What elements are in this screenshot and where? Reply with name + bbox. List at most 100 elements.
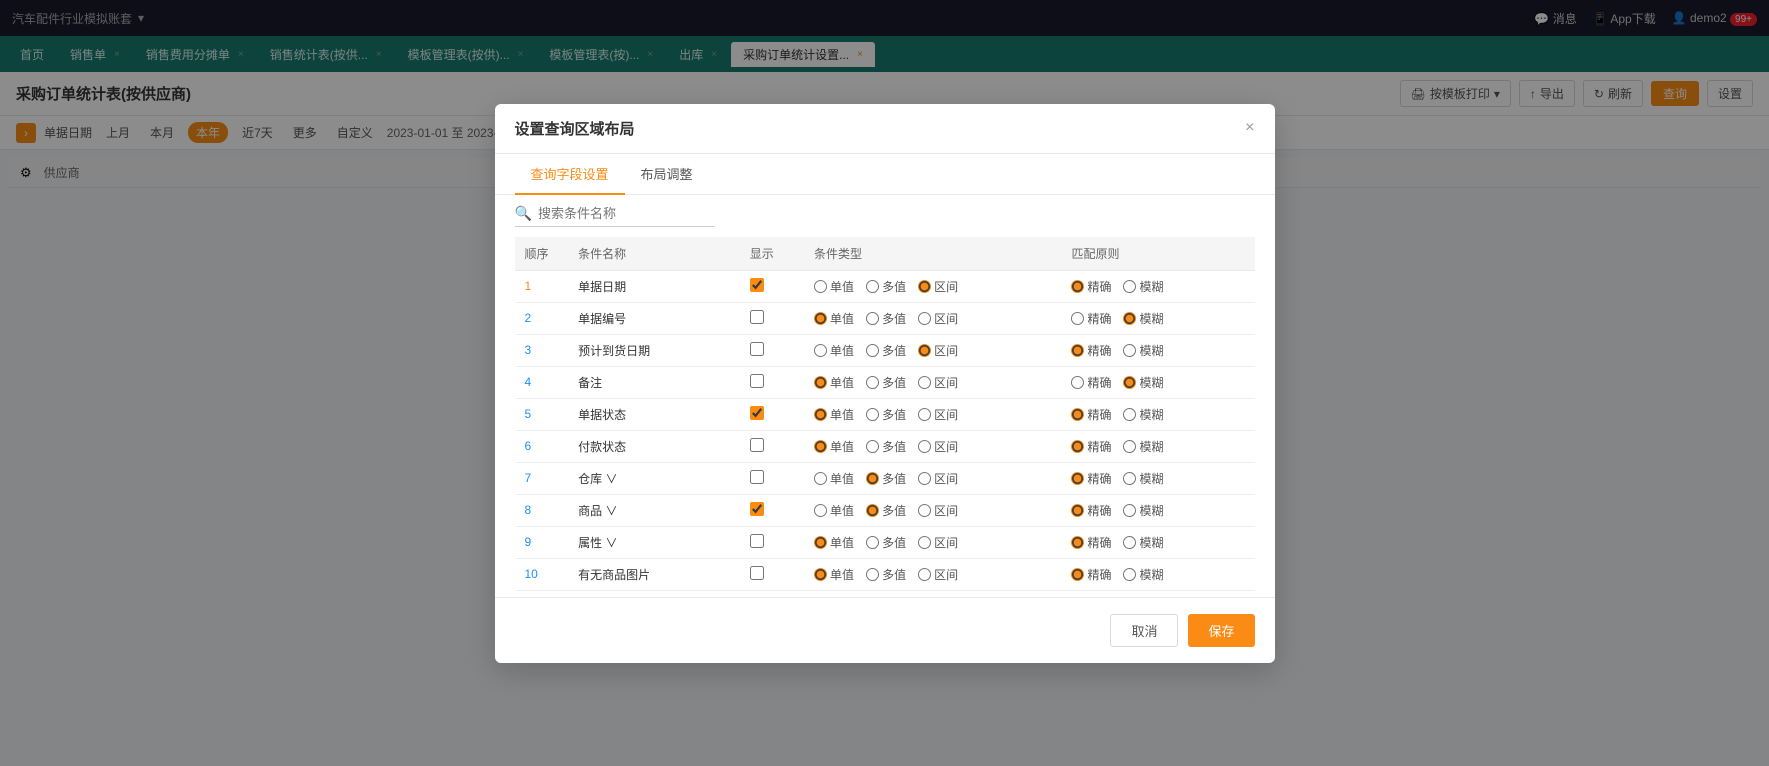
- type-radio-区间[interactable]: [918, 568, 931, 581]
- type-radio-label[interactable]: 区间: [918, 470, 958, 487]
- match-radio-模糊[interactable]: [1123, 504, 1136, 517]
- type-radio-单值[interactable]: [814, 344, 827, 357]
- type-radio-label[interactable]: 区间: [918, 310, 958, 327]
- type-radio-label[interactable]: 单值: [814, 534, 854, 551]
- tab-query-fields[interactable]: 查询字段设置: [515, 154, 625, 195]
- type-radio-区间[interactable]: [918, 376, 931, 389]
- match-radio-label[interactable]: 模糊: [1123, 278, 1163, 295]
- type-radio-单值[interactable]: [814, 280, 827, 293]
- type-radio-label[interactable]: 区间: [918, 374, 958, 391]
- type-radio-label[interactable]: 单值: [814, 278, 854, 295]
- match-radio-label[interactable]: 模糊: [1123, 502, 1163, 519]
- show-checkbox[interactable]: [750, 502, 764, 516]
- type-radio-label[interactable]: 多值: [866, 310, 906, 327]
- match-radio-模糊[interactable]: [1123, 568, 1136, 581]
- type-radio-label[interactable]: 区间: [918, 566, 958, 583]
- match-radio-label[interactable]: 精确: [1071, 406, 1111, 423]
- type-radio-多值[interactable]: [866, 536, 879, 549]
- type-radio-区间[interactable]: [918, 440, 931, 453]
- match-radio-精确[interactable]: [1071, 440, 1084, 453]
- type-radio-label[interactable]: 多值: [866, 502, 906, 519]
- type-radio-label[interactable]: 单值: [814, 470, 854, 487]
- show-checkbox[interactable]: [750, 566, 764, 580]
- show-checkbox[interactable]: [750, 342, 764, 356]
- match-radio-label[interactable]: 模糊: [1123, 470, 1163, 487]
- type-radio-label[interactable]: 单值: [814, 310, 854, 327]
- match-radio-精确[interactable]: [1071, 472, 1084, 485]
- type-radio-区间[interactable]: [918, 408, 931, 421]
- type-radio-单值[interactable]: [814, 472, 827, 485]
- type-radio-label[interactable]: 区间: [918, 406, 958, 423]
- type-radio-单值[interactable]: [814, 408, 827, 421]
- match-radio-label[interactable]: 精确: [1071, 278, 1111, 295]
- type-radio-label[interactable]: 多值: [866, 374, 906, 391]
- match-radio-label[interactable]: 模糊: [1123, 534, 1163, 551]
- type-radio-label[interactable]: 单值: [814, 342, 854, 359]
- match-radio-精确[interactable]: [1071, 376, 1084, 389]
- type-radio-label[interactable]: 单值: [814, 438, 854, 455]
- type-radio-label[interactable]: 区间: [918, 438, 958, 455]
- search-input[interactable]: [538, 206, 698, 221]
- type-radio-多值[interactable]: [866, 440, 879, 453]
- match-radio-label[interactable]: 精确: [1071, 342, 1111, 359]
- match-radio-精确[interactable]: [1071, 536, 1084, 549]
- match-radio-模糊[interactable]: [1123, 344, 1136, 357]
- tab-layout-adjust[interactable]: 布局调整: [625, 154, 709, 195]
- type-radio-label[interactable]: 区间: [918, 502, 958, 519]
- match-radio-label[interactable]: 精确: [1071, 310, 1111, 327]
- show-checkbox[interactable]: [750, 438, 764, 452]
- match-radio-label[interactable]: 模糊: [1123, 374, 1163, 391]
- match-radio-精确[interactable]: [1071, 408, 1084, 421]
- type-radio-label[interactable]: 多值: [866, 470, 906, 487]
- type-radio-单值[interactable]: [814, 376, 827, 389]
- type-radio-单值[interactable]: [814, 504, 827, 517]
- type-radio-多值[interactable]: [866, 344, 879, 357]
- type-radio-多值[interactable]: [866, 408, 879, 421]
- type-radio-label[interactable]: 单值: [814, 406, 854, 423]
- modal-close-button[interactable]: ×: [1245, 119, 1254, 137]
- match-radio-label[interactable]: 精确: [1071, 374, 1111, 391]
- match-radio-模糊[interactable]: [1123, 440, 1136, 453]
- type-radio-label[interactable]: 多值: [866, 278, 906, 295]
- match-radio-模糊[interactable]: [1123, 472, 1136, 485]
- type-radio-区间[interactable]: [918, 280, 931, 293]
- type-radio-多值[interactable]: [866, 472, 879, 485]
- type-radio-单值[interactable]: [814, 536, 827, 549]
- show-checkbox[interactable]: [750, 374, 764, 388]
- show-checkbox[interactable]: [750, 278, 764, 292]
- type-radio-label[interactable]: 区间: [918, 278, 958, 295]
- type-radio-区间[interactable]: [918, 344, 931, 357]
- show-checkbox[interactable]: [750, 534, 764, 548]
- type-radio-多值[interactable]: [866, 312, 879, 325]
- type-radio-label[interactable]: 区间: [918, 534, 958, 551]
- match-radio-label[interactable]: 模糊: [1123, 310, 1163, 327]
- type-radio-多值[interactable]: [866, 376, 879, 389]
- type-radio-label[interactable]: 多值: [866, 566, 906, 583]
- type-radio-label[interactable]: 区间: [918, 342, 958, 359]
- type-radio-label[interactable]: 多值: [866, 534, 906, 551]
- type-radio-label[interactable]: 单值: [814, 374, 854, 391]
- type-radio-label[interactable]: 多值: [866, 342, 906, 359]
- match-radio-label[interactable]: 精确: [1071, 438, 1111, 455]
- show-checkbox[interactable]: [750, 310, 764, 324]
- type-radio-label[interactable]: 单值: [814, 502, 854, 519]
- match-radio-模糊[interactable]: [1123, 280, 1136, 293]
- type-radio-多值[interactable]: [866, 504, 879, 517]
- match-radio-模糊[interactable]: [1123, 376, 1136, 389]
- match-radio-label[interactable]: 精确: [1071, 502, 1111, 519]
- type-radio-单值[interactable]: [814, 568, 827, 581]
- match-radio-精确[interactable]: [1071, 312, 1084, 325]
- match-radio-精确[interactable]: [1071, 280, 1084, 293]
- match-radio-模糊[interactable]: [1123, 536, 1136, 549]
- match-radio-label[interactable]: 精确: [1071, 470, 1111, 487]
- match-radio-精确[interactable]: [1071, 504, 1084, 517]
- match-radio-label[interactable]: 模糊: [1123, 566, 1163, 583]
- match-radio-label[interactable]: 精确: [1071, 534, 1111, 551]
- type-radio-区间[interactable]: [918, 472, 931, 485]
- type-radio-单值[interactable]: [814, 312, 827, 325]
- type-radio-label[interactable]: 单值: [814, 566, 854, 583]
- match-radio-label[interactable]: 模糊: [1123, 438, 1163, 455]
- type-radio-label[interactable]: 多值: [866, 438, 906, 455]
- show-checkbox[interactable]: [750, 470, 764, 484]
- type-radio-多值[interactable]: [866, 568, 879, 581]
